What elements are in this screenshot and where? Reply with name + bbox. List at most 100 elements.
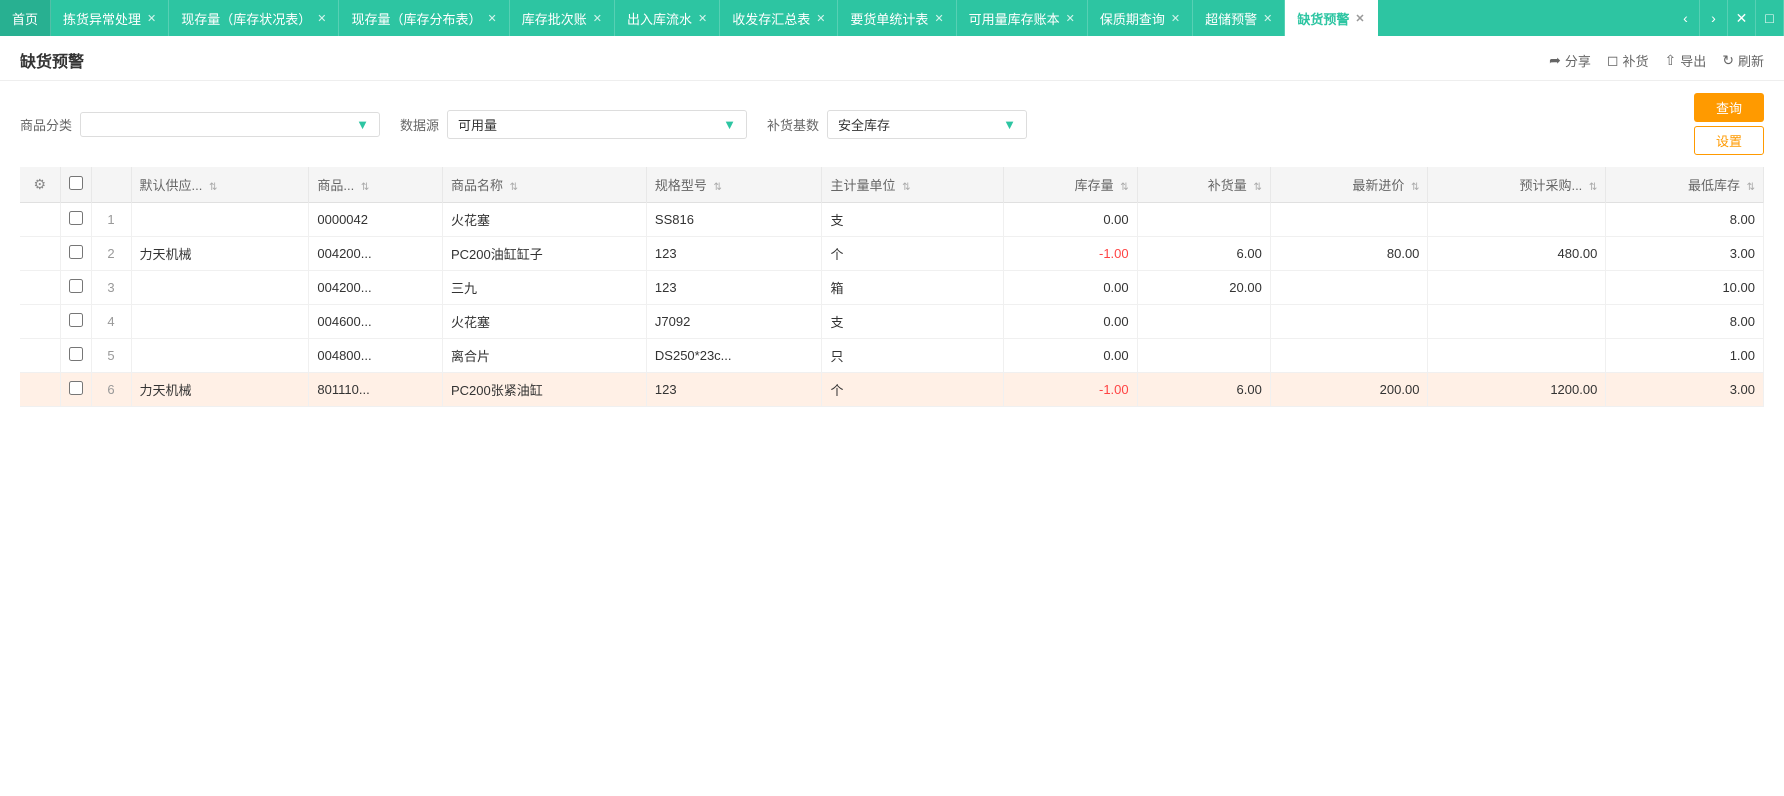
row-checkbox-4[interactable] — [69, 347, 83, 361]
header-actions: ➦ 分享 ◻ 补货 ⇧ 导出 ↻ 刷新 — [1549, 51, 1764, 70]
row-unit-1: 个 — [822, 237, 1004, 271]
col-unit-header: 主计量单位 ⇅ — [822, 167, 1004, 203]
row-checkbox-2[interactable] — [69, 279, 83, 293]
export-button[interactable]: ⇧ 导出 — [1665, 51, 1707, 70]
row-replenish-4 — [1137, 339, 1270, 373]
datasource-select[interactable]: 可用量 ▼ — [447, 110, 747, 139]
col-supplier-header: 默认供应... ⇅ — [131, 167, 309, 203]
row-unit-3: 支 — [822, 305, 1004, 339]
refresh-button[interactable]: ↻ 刷新 — [1722, 51, 1764, 70]
row-est-purchase-4 — [1428, 339, 1606, 373]
tab-prev-btn[interactable]: ‹ — [1672, 0, 1700, 36]
data-table: ⚙ 默认供应... ⇅ 商品... ⇅ — [20, 167, 1764, 407]
page-header: 缺货预警 ➦ 分享 ◻ 补货 ⇧ 导出 ↻ 刷新 — [0, 36, 1784, 81]
tab-item-shortage-warning[interactable]: 缺货预警✕ — [1285, 0, 1377, 36]
row-product-name-1: PC200油缸缸子 — [442, 237, 646, 271]
query-button[interactable]: 查询 — [1694, 93, 1764, 122]
tab-item-available-ledger[interactable]: 可用量库存账本✕ — [957, 0, 1088, 36]
export-icon: ⇧ — [1665, 52, 1677, 69]
settings-button[interactable]: 设置 — [1694, 126, 1764, 155]
row-checkbox-0[interactable] — [69, 211, 83, 225]
row-product-code-0: 0000042 — [309, 203, 443, 237]
tab-expand-btn[interactable]: □ — [1756, 0, 1784, 36]
tab-close-overstock-warning[interactable]: ✕ — [1263, 12, 1272, 25]
replenish-basis-select[interactable]: 安全库存 ▼ — [827, 110, 1027, 139]
tab-close-inventory-dist[interactable]: ✕ — [488, 12, 497, 25]
col-est-purchase-sort[interactable]: ⇅ — [1589, 182, 1597, 193]
col-latest-price-sort[interactable]: ⇅ — [1411, 182, 1419, 193]
select-all-checkbox[interactable] — [69, 176, 83, 190]
col-spec-sort[interactable]: ⇅ — [714, 182, 722, 193]
tab-close-inventory-status[interactable]: ✕ — [317, 12, 326, 25]
row-checkbox-1[interactable] — [69, 245, 83, 259]
row-check-4 — [60, 339, 91, 373]
col-product-code-sort[interactable]: ⇅ — [361, 182, 369, 193]
tab-label-home: 首页 — [12, 9, 38, 28]
replenish-button[interactable]: ◻ 补货 — [1607, 51, 1649, 70]
row-est-purchase-1: 480.00 — [1428, 237, 1606, 271]
tab-close-collect-summary[interactable]: ✕ — [816, 12, 825, 25]
tab-close-inout-flow[interactable]: ✕ — [698, 12, 707, 25]
tab-close-order-stats[interactable]: ✕ — [934, 12, 943, 25]
tab-close-available-ledger[interactable]: ✕ — [1066, 12, 1075, 25]
category-select[interactable]: ▼ — [80, 112, 380, 137]
datasource-filter-label: 数据源 — [400, 115, 439, 134]
col-replenish-header: 补货量 ⇅ — [1137, 167, 1270, 203]
col-replenish-label: 补货量 — [1208, 178, 1247, 193]
tab-close-shortage-warning[interactable]: ✕ — [1355, 12, 1364, 25]
tab-next-btn[interactable]: › — [1700, 0, 1728, 36]
tab-item-collect-summary[interactable]: 收发存汇总表✕ — [720, 0, 838, 36]
tab-item-abnormal[interactable]: 拣货异常处理✕ — [51, 0, 169, 36]
row-product-code-4: 004800... — [309, 339, 443, 373]
row-product-name-3: 火花塞 — [442, 305, 646, 339]
col-min-stock-header: 最低库存 ⇅ — [1606, 167, 1764, 203]
tab-item-home[interactable]: 首页 — [0, 0, 51, 36]
row-gear-3 — [20, 305, 60, 339]
table-row: 1 0000042 火花塞 SS816 支 0.00 8.00 — [20, 203, 1764, 237]
row-stock-2: 0.00 — [1004, 271, 1137, 305]
col-supplier-sort[interactable]: ⇅ — [209, 182, 217, 193]
col-est-purchase-header: 预计采购... ⇅ — [1428, 167, 1606, 203]
row-unit-5: 个 — [822, 373, 1004, 407]
tab-item-overstock-warning[interactable]: 超储预警✕ — [1193, 0, 1285, 36]
row-product-name-0: 火花塞 — [442, 203, 646, 237]
action-buttons: 查询 设置 — [1694, 93, 1764, 155]
tab-label-batch-account: 库存批次账 — [522, 9, 587, 28]
col-check-header — [60, 167, 91, 203]
col-min-stock-sort[interactable]: ⇅ — [1747, 182, 1755, 193]
row-checkbox-3[interactable] — [69, 313, 83, 327]
tab-close-all-btn[interactable]: ✕ — [1728, 0, 1756, 36]
tab-close-batch-account[interactable]: ✕ — [593, 12, 602, 25]
tab-item-inventory-status[interactable]: 现存量（库存状况表）✕ — [169, 0, 339, 36]
col-stock-sort[interactable]: ⇅ — [1120, 182, 1128, 193]
row-spec-5: 123 — [646, 373, 822, 407]
col-spec-label: 规格型号 — [655, 178, 707, 193]
row-replenish-2: 20.00 — [1137, 271, 1270, 305]
row-min-stock-1: 3.00 — [1606, 237, 1764, 271]
col-replenish-sort[interactable]: ⇅ — [1253, 182, 1261, 193]
col-product-name-sort[interactable]: ⇅ — [510, 182, 518, 193]
share-button[interactable]: ➦ 分享 — [1549, 51, 1591, 70]
row-idx-5: 6 — [91, 373, 131, 407]
row-gear-0 — [20, 203, 60, 237]
tab-item-order-stats[interactable]: 要货单统计表✕ — [838, 0, 956, 36]
tab-close-expiry-query[interactable]: ✕ — [1171, 12, 1180, 25]
gear-icon[interactable]: ⚙ — [33, 176, 46, 193]
row-stock-4: 0.00 — [1004, 339, 1137, 373]
tab-close-abnormal[interactable]: ✕ — [147, 12, 156, 25]
row-supplier-2 — [131, 271, 309, 305]
row-check-1 — [60, 237, 91, 271]
row-checkbox-5[interactable] — [69, 381, 83, 395]
row-replenish-0 — [1137, 203, 1270, 237]
tab-item-batch-account[interactable]: 库存批次账 ✕ — [510, 0, 615, 36]
category-filter-label: 商品分类 — [20, 115, 72, 134]
table-body: 1 0000042 火花塞 SS816 支 0.00 8.00 2 力天机械 0… — [20, 203, 1764, 407]
col-unit-sort[interactable]: ⇅ — [902, 182, 910, 193]
tab-item-inout-flow[interactable]: 出入库流水✕ — [615, 0, 720, 36]
tab-item-inventory-dist[interactable]: 现存量（库存分布表）✕ — [339, 0, 509, 36]
row-check-3 — [60, 305, 91, 339]
tab-item-expiry-query[interactable]: 保质期查询✕ — [1088, 0, 1193, 36]
replenish-basis-select-arrow: ▼ — [1003, 117, 1016, 132]
row-supplier-5: 力天机械 — [131, 373, 309, 407]
row-product-code-5: 801110... — [309, 373, 443, 407]
